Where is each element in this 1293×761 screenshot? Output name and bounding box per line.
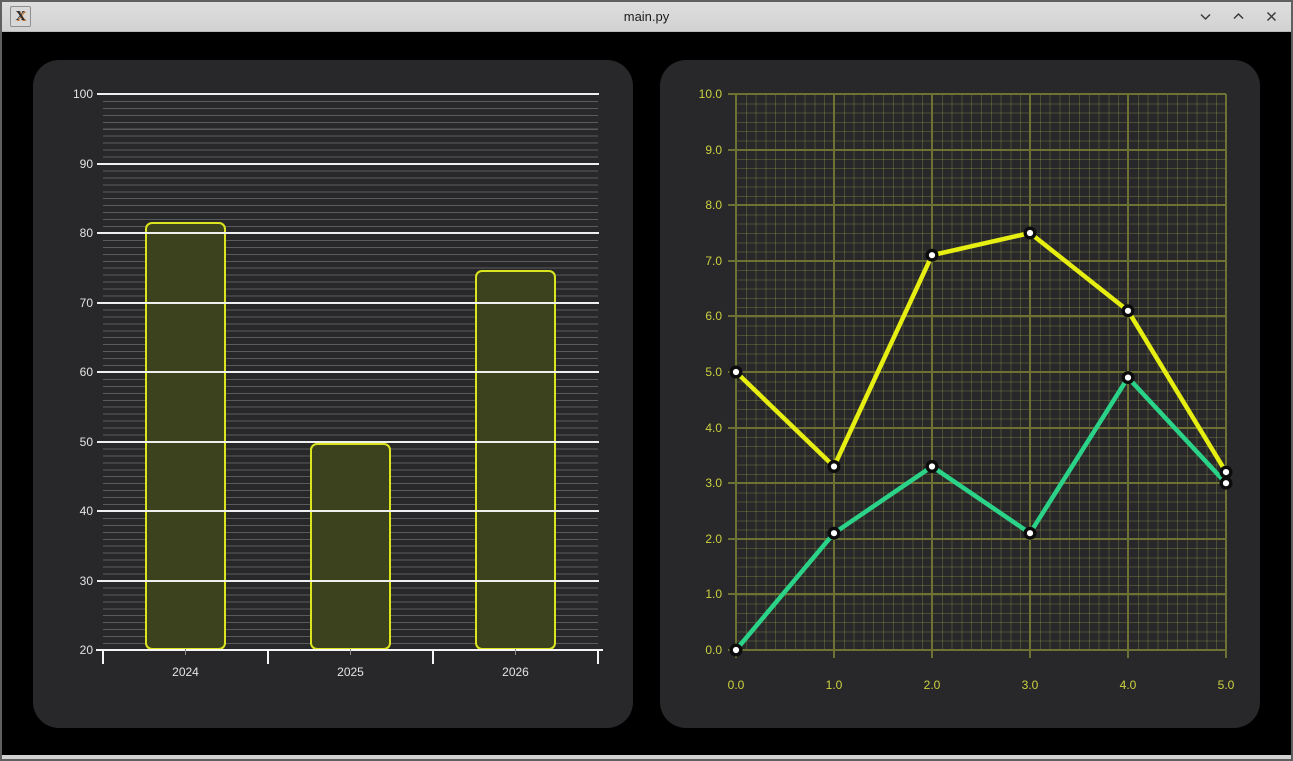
category-label: 2025 — [337, 665, 364, 679]
y-tick-label: 10.0 — [698, 87, 722, 101]
line-series-canvas — [729, 226, 1233, 657]
line-chart-panel: 10.0 9.0 8.0 7.0 6.0 5.0 4.0 3.0 2.0 1.0 0.0 0.0 1.0… — [660, 60, 1260, 728]
yellow-series-point-2 — [925, 248, 939, 262]
category-label: 2024 — [172, 665, 199, 679]
x-axis-minor-tick — [185, 649, 186, 655]
bar-2025 — [310, 442, 391, 650]
major-gridline — [97, 579, 599, 582]
yellow-series-point-1 — [827, 460, 841, 474]
x-tick-label: 4.0 — [1119, 678, 1137, 692]
close-icon — [1265, 10, 1278, 23]
x-tick-label: 0.0 — [727, 678, 745, 692]
yellow-series-point-5 — [1219, 465, 1233, 479]
bar-chart-panel: 100 90 80 70 60 50 40 30 20 2024 2025 2026 — [33, 60, 633, 728]
major-gridline — [97, 371, 599, 373]
bar-2026 — [475, 269, 556, 650]
x-tick-label: 5.0 — [1217, 678, 1235, 692]
major-gridline — [97, 93, 599, 95]
bar-2024 — [145, 221, 226, 650]
y-tick-label: 5.0 — [705, 365, 722, 379]
window-controls — [1198, 2, 1279, 31]
maximize-button[interactable] — [1231, 9, 1246, 24]
chevron-down-icon — [1199, 10, 1212, 23]
close-button[interactable] — [1264, 9, 1279, 24]
x-axis-tick — [267, 649, 269, 664]
y-tick-label: 30 — [79, 573, 93, 588]
major-gridline — [97, 440, 599, 443]
y-tick-label: 70 — [79, 295, 93, 310]
x-axis-tick — [102, 649, 104, 664]
yellow-series-point-4 — [1121, 304, 1135, 318]
yellow-series-point-3 — [1023, 226, 1037, 240]
app-window: X main.py 100 90 80 70 60 50 40 30 20 2024 2 — [0, 0, 1293, 761]
green-series-point-4 — [1121, 371, 1135, 385]
green-series-point-0 — [729, 643, 743, 657]
x-tick-label: 1.0 — [825, 678, 843, 692]
y-tick-label: 6.0 — [705, 309, 722, 324]
major-gridline — [97, 162, 599, 165]
window-content: 100 90 80 70 60 50 40 30 20 2024 2025 2026 10.0 9.0 8… — [2, 32, 1291, 759]
y-tick-label: 0.0 — [705, 643, 722, 657]
y-tick-label: 60 — [79, 365, 93, 379]
y-tick-label: 40 — [79, 504, 93, 518]
green-series-point-5 — [1219, 476, 1233, 490]
x-tick-label: 3.0 — [1021, 678, 1039, 692]
line-chart-plot-area — [729, 94, 1233, 657]
yellow-series-point-0 — [729, 365, 743, 379]
y-tick-label: 80 — [79, 226, 93, 240]
y-tick-label: 1.0 — [705, 587, 722, 602]
x-axis-tick — [597, 649, 599, 664]
x-axis-minor-tick — [515, 649, 516, 655]
y-tick-label: 20 — [79, 643, 93, 657]
green-series-line — [733, 375, 1229, 653]
x-axis-tick — [432, 649, 434, 664]
chevron-up-icon — [1232, 10, 1245, 23]
window-title: main.py — [623, 9, 670, 24]
y-tick-label: 3.0 — [705, 476, 722, 491]
app-icon[interactable]: X — [10, 6, 31, 27]
green-series-point-3 — [1023, 526, 1037, 540]
green-series-point-2 — [925, 460, 939, 474]
x-axis-minor-tick — [350, 649, 351, 655]
category-label: 2026 — [502, 665, 529, 679]
y-tick-label: 50 — [79, 434, 93, 449]
y-tick-label: 9.0 — [705, 142, 722, 157]
y-tick-label: 100 — [72, 87, 93, 101]
major-gridline — [97, 301, 599, 304]
y-tick-label: 90 — [79, 156, 93, 171]
y-tick-label: 2.0 — [705, 531, 722, 546]
y-tick-label: 8.0 — [705, 198, 722, 213]
titlebar[interactable]: X main.py — [2, 2, 1291, 32]
y-tick-label: 4.0 — [705, 420, 722, 435]
x-tick-label: 2.0 — [923, 678, 941, 692]
yellow-series-line — [733, 230, 1229, 475]
major-gridline — [97, 510, 599, 512]
minimize-button[interactable] — [1198, 9, 1213, 24]
green-series-point-1 — [827, 526, 841, 540]
major-gridline — [97, 232, 599, 234]
y-tick-label: 7.0 — [705, 253, 722, 268]
window-bottom-edge[interactable] — [2, 755, 1291, 759]
